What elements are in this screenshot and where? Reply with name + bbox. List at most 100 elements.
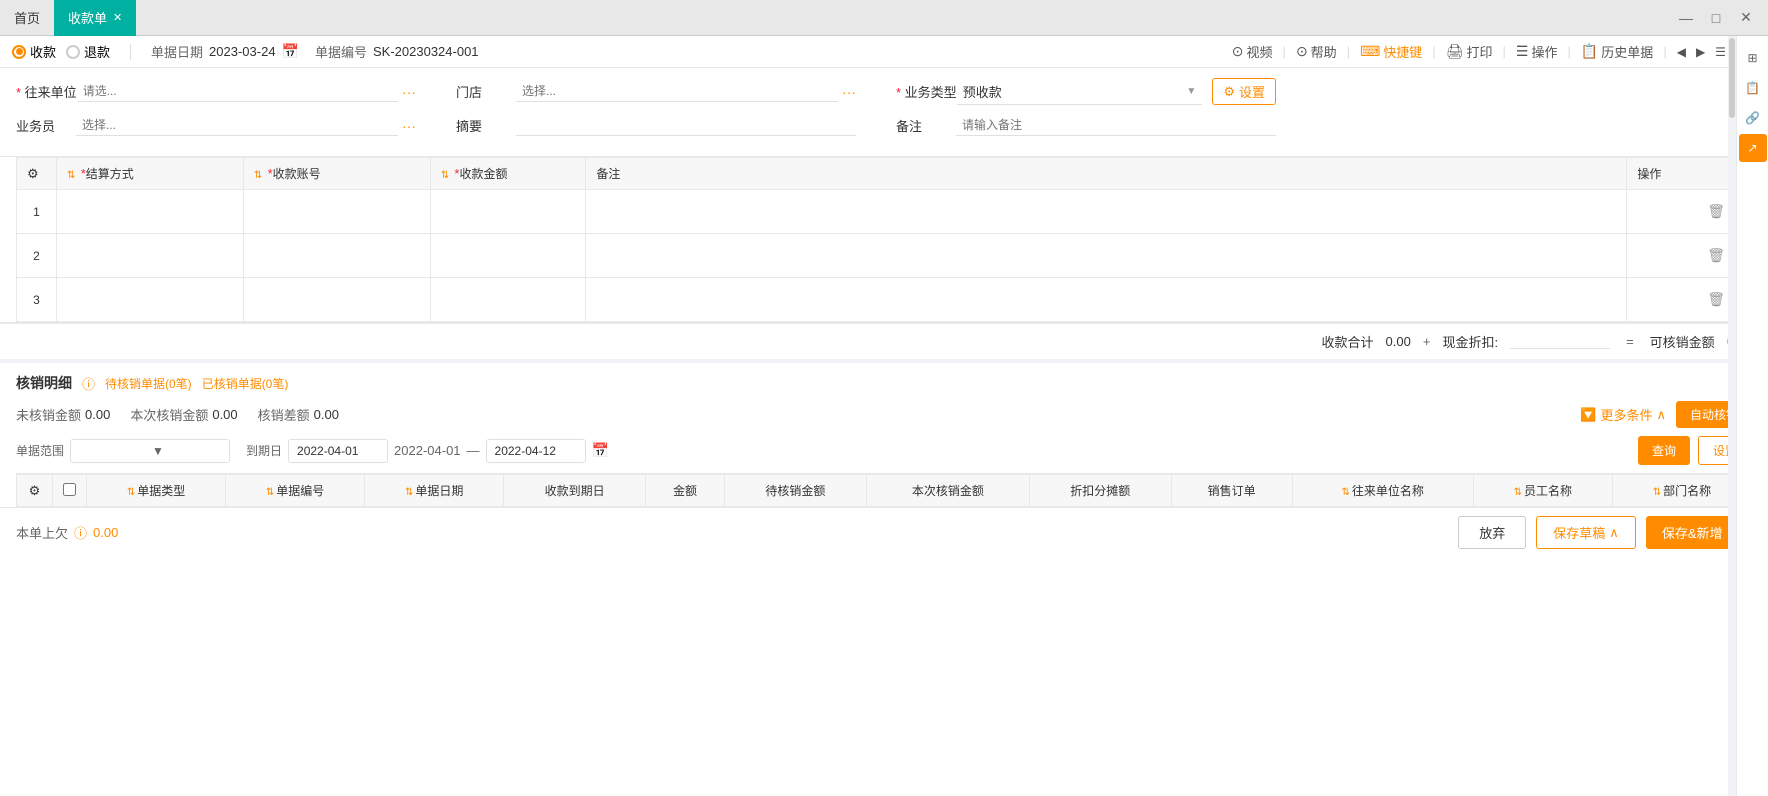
history-btn[interactable]: 📋 历史单据 (1581, 42, 1653, 61)
panel-btn-3[interactable]: 🔗 (1739, 104, 1767, 132)
tab-receipt[interactable]: 收款单 ✕ (54, 0, 136, 36)
remark-input[interactable] (956, 115, 1276, 136)
settlement-cell-3[interactable] (57, 278, 244, 322)
remark-cell-1[interactable] (586, 190, 1627, 234)
calendar-icon[interactable]: 📅 (282, 43, 299, 60)
verify-title: 核销明细 (16, 373, 72, 393)
verify-info-icon[interactable]: ⓘ (82, 374, 95, 393)
summary-input[interactable] (516, 115, 856, 136)
range-label: 单据范围 (16, 442, 64, 459)
checkbox-th[interactable] (53, 475, 87, 507)
salesperson-input[interactable] (76, 115, 398, 136)
staff-name-th: ⇅员工名称 (1473, 475, 1612, 507)
staff-sort[interactable]: ⇅ (1514, 487, 1522, 498)
gear-th[interactable]: ⚙ (17, 475, 53, 507)
verified-tab[interactable]: 已核销单据(0笔) (202, 375, 289, 392)
salesperson-more-btn[interactable]: ··· (402, 118, 416, 134)
account-cell-1[interactable] (243, 190, 430, 234)
panel-btn-4[interactable]: ↗ (1739, 134, 1767, 162)
account-cell-3[interactable] (243, 278, 430, 322)
select-all-checkbox[interactable] (63, 483, 76, 496)
doc-date-sort[interactable]: ⇅ (405, 487, 413, 498)
doc-type-th: ⇅单据类型 (87, 475, 226, 507)
operation-btn[interactable]: ☰ 操作 (1516, 42, 1558, 61)
current-label: 本次核销金额 (130, 405, 208, 424)
amount-sort-icon[interactable]: ⇅ (441, 170, 449, 181)
minimize-btn[interactable]: — (1674, 6, 1698, 30)
delete-row-2-icon[interactable]: 🗑 (1707, 247, 1725, 264)
dept-sort[interactable]: ⇅ (1653, 487, 1661, 498)
date-to-input[interactable] (486, 439, 586, 463)
list-view-btn[interactable]: ☰ (1715, 45, 1726, 59)
remark-cell-2[interactable] (586, 234, 1627, 278)
sales-order-th: 销售订单 (1171, 475, 1292, 507)
bottom-info-value: 0.00 (93, 525, 118, 540)
date-to-cal-icon[interactable]: 📅 (592, 442, 609, 459)
amount-cell-3[interactable] (430, 278, 586, 322)
settlement-cell-1[interactable] (57, 190, 244, 234)
store-more-btn[interactable]: ··· (842, 84, 856, 100)
amount-th: ⇅ *收款金额 (430, 158, 586, 190)
print-btn[interactable]: 🖨 打印 (1446, 42, 1493, 61)
discount-input[interactable] (1510, 334, 1610, 349)
counterparty-more-btn[interactable]: ··· (402, 84, 416, 100)
maximize-btn[interactable]: □ (1704, 6, 1728, 30)
doc-no-sort[interactable]: ⇅ (266, 487, 274, 498)
available-label: 可核销金额 (1650, 332, 1715, 351)
date-range-dash: — (467, 443, 480, 458)
abandon-btn[interactable]: 放弃 (1458, 516, 1526, 549)
filter-icon: 🔽 (1580, 407, 1596, 423)
counterparty-input[interactable] (77, 81, 398, 102)
business-type-select[interactable]: 预收款 ▼ (957, 79, 1203, 105)
account-cell-2[interactable] (243, 234, 430, 278)
print-icon: 🖨 (1446, 43, 1464, 60)
form-row-1: 往来单位 ··· 门店 ··· 业务类型 预收款 ▼ ⚙ 设置 (16, 78, 1752, 105)
close-btn[interactable]: ✕ (1734, 6, 1758, 30)
save-draft-btn[interactable]: 保存草稿 ∧ (1536, 516, 1636, 549)
nav-next-btn[interactable]: ▶ (1696, 45, 1705, 59)
amount-cell-1[interactable] (430, 190, 586, 234)
bill-date-field: 单据日期 2023-03-24 📅 (151, 42, 299, 61)
more-conditions-label: 更多条件 (1600, 405, 1652, 424)
tab-home-label: 首页 (14, 8, 40, 27)
range-select[interactable]: ▼ (70, 439, 230, 463)
tab-home[interactable]: 首页 (0, 0, 54, 36)
bill-no-field: 单据编号 SK-20230324-001 (315, 42, 479, 61)
counterparty-sort[interactable]: ⇅ (1341, 487, 1349, 498)
delete-row-3-icon[interactable]: 🗑 (1707, 291, 1725, 308)
account-sort-icon[interactable]: ⇅ (254, 170, 262, 181)
table-settings-col[interactable]: ⚙ (17, 158, 57, 190)
more-filters-btn[interactable]: 🔽 更多条件 ∧ (1580, 405, 1666, 424)
total-label: 收款合计 (1322, 332, 1374, 351)
nav-prev-btn[interactable]: ◀ (1677, 45, 1686, 59)
counterparty-field: 往来单位 ··· (16, 81, 416, 102)
help-btn[interactable]: ⊙ 帮助 (1296, 42, 1337, 61)
shortcut-btn[interactable]: ⌨ 快捷键 (1360, 42, 1422, 61)
business-type-chevron: ▼ (1186, 86, 1196, 97)
bottom-bar: 本单上欠 ⓘ 0.00 放弃 保存草稿 ∧ 保存&新增 ∧ (0, 507, 1768, 557)
refund-radio[interactable]: 退款 (66, 42, 110, 61)
settlement-sort-icon[interactable]: ⇅ (67, 170, 75, 181)
shortcut-label: 快捷键 (1383, 42, 1422, 61)
delete-row-1-icon[interactable]: 🗑 (1707, 203, 1725, 220)
remark-cell-3[interactable] (586, 278, 1627, 322)
video-btn[interactable]: ⊙ 视频 (1232, 42, 1273, 61)
bill-no-label: 单据编号 (315, 42, 367, 61)
panel-btn-1[interactable]: ⊞ (1739, 44, 1767, 72)
pending-tab[interactable]: 待核销单据(0笔) (105, 375, 192, 392)
tab-close-icon[interactable]: ✕ (113, 11, 122, 24)
panel-btn-2[interactable]: 📋 (1739, 74, 1767, 102)
scrollbar-thumb (1729, 38, 1735, 118)
total-value: 0.00 (1386, 334, 1411, 349)
bottom-info-icon[interactable]: ⓘ (74, 523, 87, 542)
date-from-input[interactable] (288, 439, 388, 463)
query-btn[interactable]: 查询 (1638, 436, 1690, 465)
settings-btn[interactable]: ⚙ 设置 (1212, 78, 1276, 105)
store-input[interactable] (516, 81, 838, 102)
scrollbar[interactable] (1728, 36, 1736, 796)
remark-label: 备注 (896, 116, 956, 135)
settlement-cell-2[interactable] (57, 234, 244, 278)
amount-cell-2[interactable] (430, 234, 586, 278)
receipt-radio[interactable]: 收款 (12, 42, 56, 61)
doc-type-sort[interactable]: ⇅ (127, 487, 135, 498)
